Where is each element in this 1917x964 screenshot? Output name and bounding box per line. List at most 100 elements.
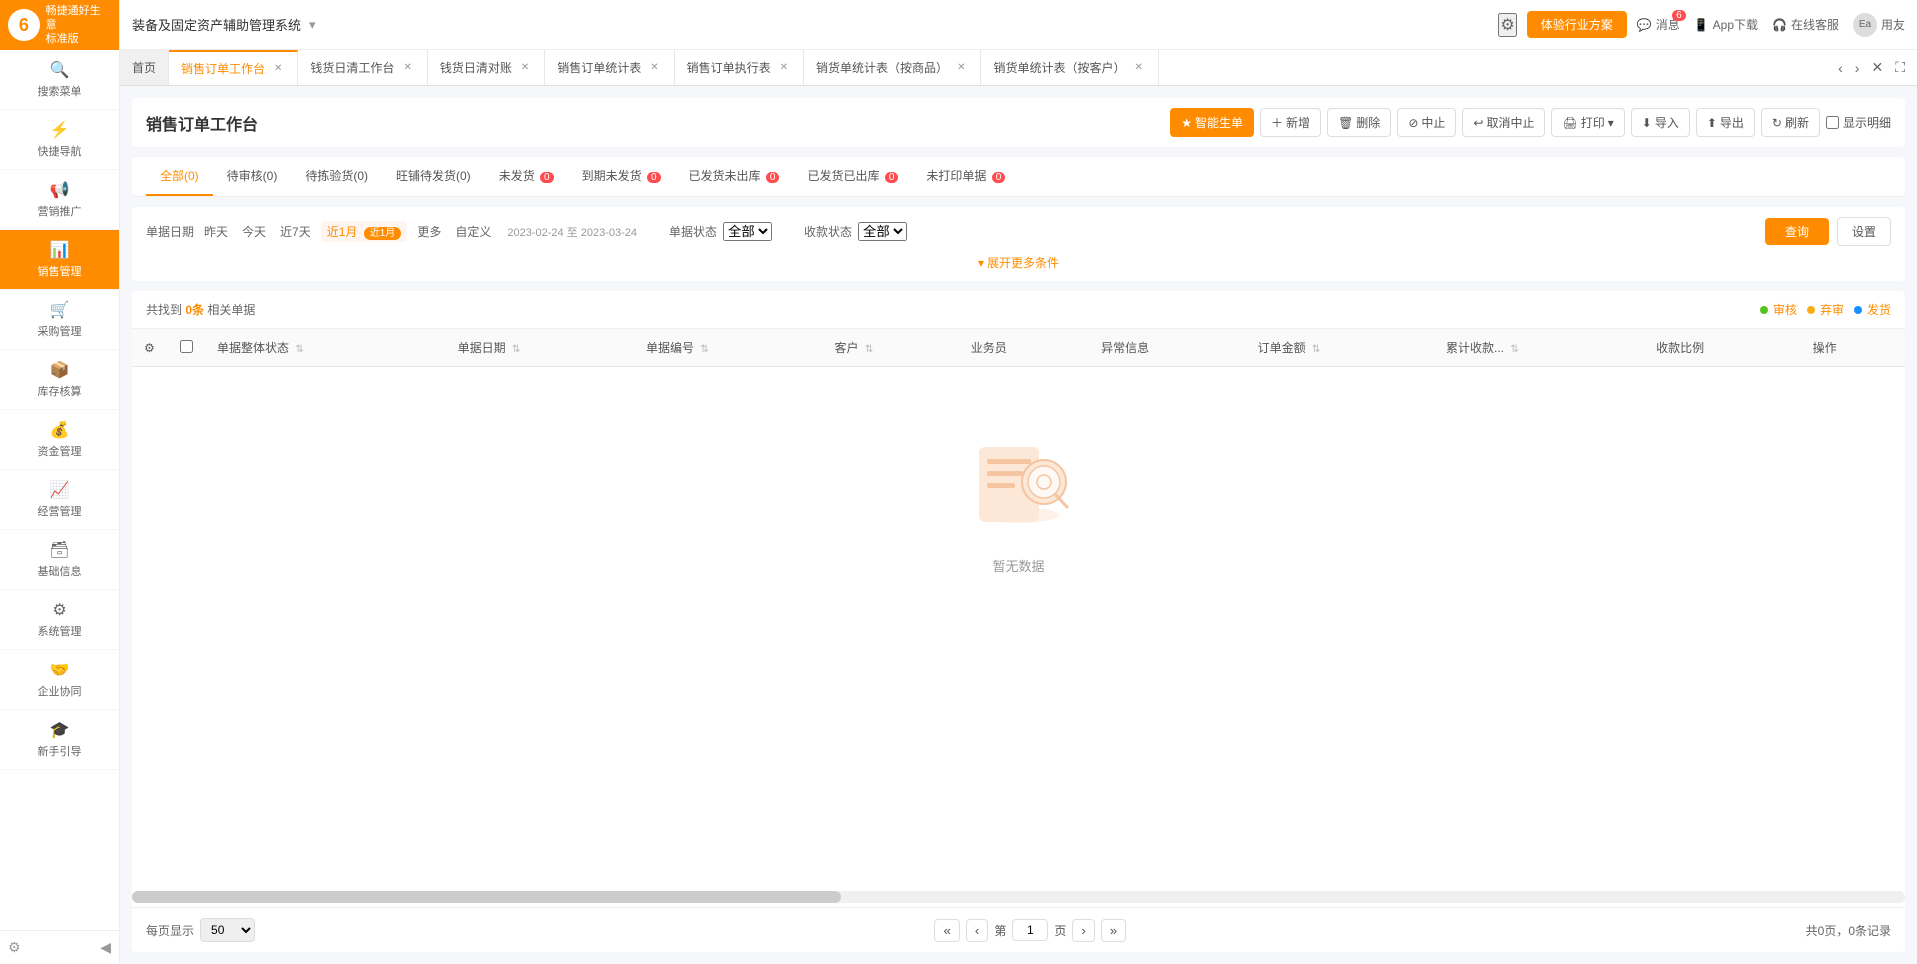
- tab-bar: 首页 销售订单工作台 ✕ 钱货日清工作台 ✕ 钱货日清对账 ✕ 销售订单统计表 …: [120, 50, 1917, 86]
- trial-plan-button[interactable]: 体验行业方案: [1527, 11, 1627, 38]
- header-settings-button[interactable]: ⚙: [1498, 13, 1516, 37]
- sub-tab-shipped-out[interactable]: 已发货已出库 0: [793, 157, 912, 196]
- add-button[interactable]: ＋ 新增: [1260, 108, 1321, 137]
- print-button[interactable]: 🖨 打印 ▾: [1551, 108, 1624, 137]
- date-custom-button[interactable]: 自定义: [451, 221, 495, 242]
- tab-fullscreen-button[interactable]: ⛶: [1891, 57, 1909, 78]
- sub-tab-shipped-not-out[interactable]: 已发货未出库 0: [675, 157, 794, 196]
- table-actions: 审核 弃审 发货: [1760, 301, 1891, 318]
- suspend-button[interactable]: ⊘ 中止: [1397, 108, 1456, 137]
- collapse-sidebar-button[interactable]: ◀: [100, 939, 111, 956]
- ship-action-button[interactable]: 发货: [1854, 301, 1891, 318]
- sort-amount-icon: ⇅: [1312, 344, 1320, 355]
- th-staff: 业务员: [959, 329, 1089, 367]
- tab-cash-daily-label: 钱货日清工作台: [310, 59, 394, 76]
- review-dot-icon: [1760, 306, 1768, 314]
- tab-home[interactable]: 首页: [120, 50, 169, 86]
- page-nav: « ‹ 第 页 › »: [934, 919, 1126, 942]
- refresh-button[interactable]: ↻ 刷新: [1761, 108, 1820, 137]
- status-filter: 单据状态 全部: [669, 222, 772, 241]
- user-menu-button[interactable]: Ea 用友: [1853, 13, 1905, 37]
- expand-filter-button[interactable]: ▾ 展开更多条件: [978, 254, 1059, 271]
- query-button[interactable]: 查询: [1765, 218, 1829, 245]
- date-today-button[interactable]: 今天: [238, 221, 270, 242]
- sub-tab-not-shipped[interactable]: 未发货 0: [485, 157, 568, 196]
- show-detail-checkbox[interactable]: [1826, 116, 1839, 129]
- sub-tab-pending-check[interactable]: 待拣验货(0): [291, 157, 382, 196]
- sidebar-item-sales[interactable]: 📊 销售管理: [0, 230, 119, 290]
- app-download-label: App下载: [1713, 16, 1758, 33]
- online-service-button[interactable]: 🎧 在线客服: [1772, 16, 1839, 33]
- smart-gen-button[interactable]: ★ 智能生单: [1170, 108, 1254, 137]
- cancel-suspend-button[interactable]: ↩ 取消中止: [1462, 108, 1545, 137]
- sidebar-item-finance[interactable]: 💰 资金管理: [0, 410, 119, 470]
- first-page-button[interactable]: «: [934, 919, 959, 942]
- tab-close-summary-product-icon[interactable]: ✕: [954, 61, 968, 74]
- tab-scroll-left-button[interactable]: ‹: [1834, 58, 1847, 78]
- sub-tab-wangpu[interactable]: 旺铺待发货(0): [382, 157, 485, 196]
- tab-scroll-right-button[interactable]: ›: [1851, 58, 1864, 78]
- payment-select[interactable]: 全部: [858, 222, 907, 241]
- tab-cash-reconcile[interactable]: 钱货日清对账 ✕: [428, 50, 545, 86]
- tab-sales-summary-customer[interactable]: 销货单统计表（按客户） ✕: [981, 50, 1158, 86]
- inventory-icon: 📦: [50, 360, 70, 380]
- sidebar-logo: 6 畅捷通好生意 标准版: [0, 0, 119, 50]
- tab-sales-exec[interactable]: 销售订单执行表 ✕: [675, 50, 804, 86]
- tab-close-cash-daily-icon[interactable]: ✕: [400, 61, 414, 74]
- last-page-button[interactable]: »: [1101, 919, 1126, 942]
- sales-icon: 📊: [50, 240, 70, 260]
- tab-cash-daily[interactable]: 钱货日清工作台 ✕: [298, 50, 427, 86]
- th-gear[interactable]: ⚙: [132, 329, 168, 367]
- sidebar-item-enterprise[interactable]: 🤝 企业协同: [0, 650, 119, 710]
- sidebar-item-basic[interactable]: 🗃 基础信息: [0, 530, 119, 590]
- sub-tab-expired-not-shipped[interactable]: 到期未发货 0: [568, 157, 675, 196]
- page-number-input[interactable]: [1012, 919, 1048, 941]
- sidebar-item-purchase[interactable]: 🛒 采购管理: [0, 290, 119, 350]
- date-1month-button[interactable]: 近1月 近1月: [321, 221, 408, 242]
- date-7days-button[interactable]: 近7天: [276, 221, 315, 242]
- review-action-button[interactable]: 审核: [1760, 301, 1797, 318]
- tab-close-sales-stats-icon[interactable]: ✕: [647, 61, 661, 74]
- date-more-button[interactable]: 更多: [413, 221, 445, 242]
- filter-settings-button[interactable]: 设置: [1837, 217, 1891, 246]
- tab-sales-summary-product[interactable]: 销货单统计表（按商品） ✕: [804, 50, 981, 86]
- import-button[interactable]: ⬇ 导入: [1631, 108, 1690, 137]
- tab-sales-stats[interactable]: 销售订单统计表 ✕: [545, 50, 674, 86]
- purchase-icon: 🛒: [50, 300, 70, 320]
- delete-button[interactable]: 🗑 删除: [1327, 108, 1391, 137]
- sub-tab-not-printed[interactable]: 未打印单据 0: [912, 157, 1019, 196]
- tab-close-icon[interactable]: ✕: [271, 62, 285, 75]
- next-page-button[interactable]: ›: [1072, 919, 1094, 942]
- select-all-checkbox[interactable]: [180, 340, 193, 353]
- settings-footer-button[interactable]: ⚙: [8, 939, 21, 956]
- status-select[interactable]: 全部: [723, 222, 772, 241]
- tab-sales-workbench[interactable]: 销售订单工作台 ✕: [169, 50, 298, 86]
- show-detail-checkbox-label[interactable]: 显示明细: [1826, 114, 1891, 131]
- sidebar-item-quick-nav[interactable]: ⚡ 快捷导航: [0, 110, 119, 170]
- tab-close-all-button[interactable]: ✕: [1867, 57, 1887, 78]
- tab-close-sales-exec-icon[interactable]: ✕: [777, 61, 791, 74]
- empty-text: 暂无数据: [992, 556, 1044, 575]
- message-button[interactable]: 💬 消息 6: [1637, 16, 1680, 33]
- message-icon: 💬: [1637, 18, 1652, 32]
- sidebar-label-search: 搜索菜单: [38, 83, 82, 99]
- sub-tab-pending-review[interactable]: 待审核(0): [213, 157, 292, 196]
- sidebar-item-search[interactable]: 🔍 搜索菜单: [0, 50, 119, 110]
- app-download-button[interactable]: 📱 App下载: [1694, 16, 1758, 33]
- export-button[interactable]: ⬆ 导出: [1696, 108, 1755, 137]
- message-badge: 6: [1672, 10, 1686, 21]
- tab-close-summary-customer-icon[interactable]: ✕: [1131, 61, 1145, 74]
- sidebar-item-system[interactable]: ⚙ 系统管理: [0, 590, 119, 650]
- sub-tab-all[interactable]: 全部(0): [146, 157, 213, 196]
- tab-close-cash-reconcile-icon[interactable]: ✕: [518, 61, 532, 74]
- date-yesterday-button[interactable]: 昨天: [200, 221, 232, 242]
- sidebar-item-guide[interactable]: 🎓 新手引导: [0, 710, 119, 770]
- prev-page-button[interactable]: ‹: [966, 919, 988, 942]
- revoke-action-button[interactable]: 弃审: [1807, 301, 1844, 318]
- page-size-select[interactable]: 20 50 100 200: [200, 918, 255, 942]
- sidebar-item-marketing[interactable]: 📢 营销推广: [0, 170, 119, 230]
- tab-sales-summary-product-label: 销货单统计表（按商品）: [816, 59, 948, 76]
- horizontal-scrollbar[interactable]: [132, 891, 1905, 903]
- sidebar-item-operation[interactable]: 📈 经营管理: [0, 470, 119, 530]
- sidebar-item-inventory[interactable]: 📦 库存核算: [0, 350, 119, 410]
